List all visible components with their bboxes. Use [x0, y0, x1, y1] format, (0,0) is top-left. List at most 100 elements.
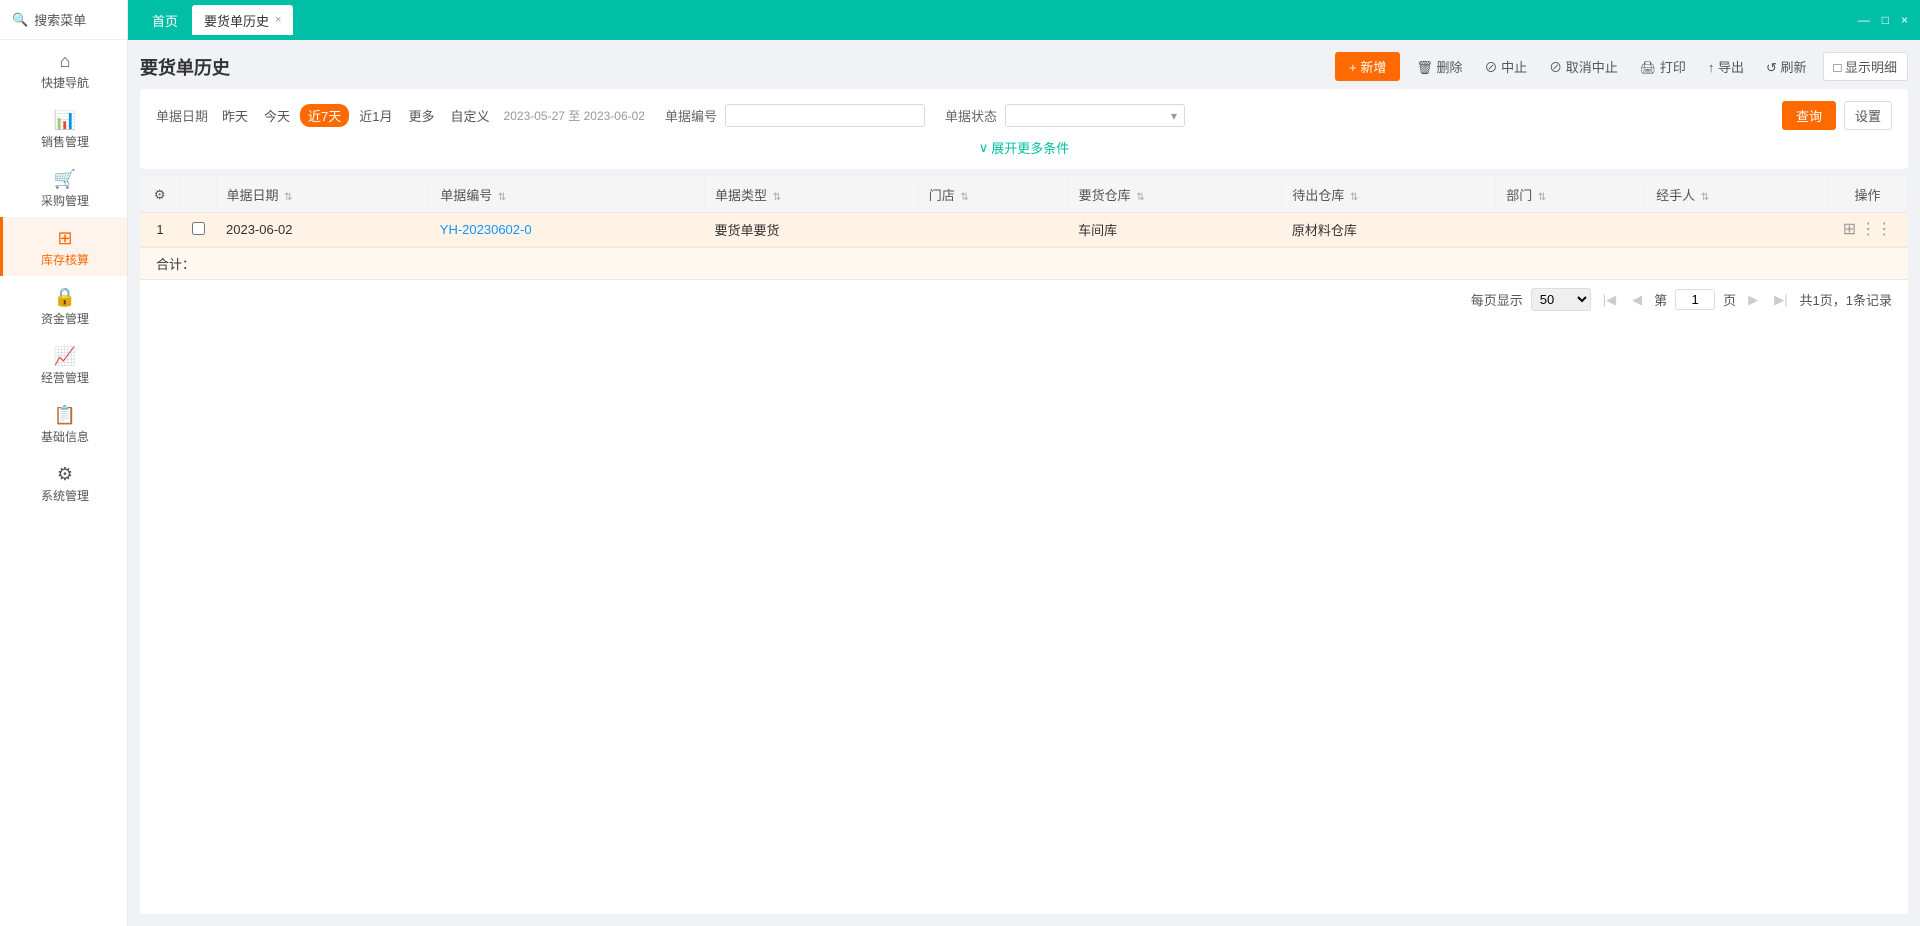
row-shop-0 [918, 213, 1068, 247]
next-page-btn[interactable]: ▶ [1744, 290, 1762, 310]
date-tab-last1month[interactable]: 近1月 [353, 104, 398, 127]
col-sort-arrows-date: 单据日期 ⇅ [227, 188, 293, 203]
sidebar-item-sales-mgmt[interactable]: 📊 销售管理 [0, 99, 127, 158]
sidebar-item-system-mgmt[interactable]: ⚙ 系统管理 [0, 453, 127, 512]
window-close-btn[interactable]: × [1901, 13, 1908, 27]
status-select[interactable] [1005, 104, 1185, 127]
col-header-action: 操作 [1828, 177, 1908, 213]
sidebar-label-system-mgmt: 系统管理 [41, 487, 89, 504]
date-tab-yesterday[interactable]: 昨天 [216, 104, 254, 127]
sidebar-item-purchase-mgmt[interactable]: 🛒 采购管理 [0, 158, 127, 217]
col-sort-arrows-shop: 门店 ⇅ [929, 188, 969, 203]
show-detail-button[interactable]: □ 显示明细 [1823, 52, 1908, 81]
row-actions-0: ⊞ ⋮⋮ [1828, 213, 1908, 247]
new-button[interactable]: + 新增 [1335, 52, 1400, 81]
topbar-right: — □ × [1858, 13, 1908, 27]
settings-button[interactable]: 设置 [1844, 101, 1892, 130]
col-header-handler[interactable]: 经手人 ⇅ [1646, 177, 1828, 213]
date-tab-custom[interactable]: 自定义 [445, 104, 496, 127]
query-button[interactable]: 查询 [1782, 101, 1836, 130]
sidebar-item-quick-nav[interactable]: ⌂ 快捷导航 [0, 40, 127, 99]
row-more-btn-0[interactable]: ⋮⋮ [1860, 222, 1892, 238]
sidebar-icon-inventory: ⊞ [57, 229, 72, 247]
status-label: 单据状态 [945, 106, 997, 125]
table-area: ⚙单据日期 ⇅单据编号 ⇅单据类型 ⇅门店 ⇅要货仓库 ⇅待出仓库 ⇅部门 ⇅经… [140, 177, 1908, 914]
page-input[interactable] [1675, 289, 1715, 310]
first-page-btn[interactable]: |◀ [1599, 290, 1620, 310]
col-sort-arrows-dept: 部门 ⇅ [1506, 188, 1546, 203]
col-header-bill_type[interactable]: 单据类型 ⇅ [704, 177, 918, 213]
total-info: 共1页，1条记录 [1800, 290, 1892, 309]
date-tab-last7days[interactable]: 近7天 [300, 104, 349, 127]
window-maximize-btn[interactable]: □ [1882, 13, 1889, 27]
col-header-date[interactable]: 单据日期 ⇅ [216, 177, 430, 213]
expand-filter-button[interactable]: ∨ 展开更多条件 [979, 138, 1070, 157]
col-header-pending_warehouse[interactable]: 待出仓库 ⇅ [1282, 177, 1496, 213]
page-header: 要货单历史 + 新增 🗑 删除 ⊘ 中止 ⊘ 取消中止 🖨 打印 ↑ 导出 ↺ … [140, 52, 1908, 81]
col-header-shop[interactable]: 门店 ⇅ [918, 177, 1068, 213]
prev-page-btn[interactable]: ◀ [1628, 290, 1646, 310]
search-icon: 🔍 [12, 12, 28, 28]
delete-button[interactable]: 🗑 删除 [1410, 53, 1468, 80]
sidebar-item-inventory[interactable]: ⊞ 库存核算 [0, 217, 127, 276]
table-summary: 合计： [140, 247, 1908, 279]
col-sort-arrows-handler: 经手人 ⇅ [1656, 188, 1709, 203]
row-edit-btn-0[interactable]: ⊞ [1843, 222, 1856, 238]
summary-label: 合计： [156, 254, 195, 273]
bill-no-filter-group: 单据编号 [665, 104, 925, 127]
last-page-btn[interactable]: ▶| [1770, 290, 1791, 310]
row-checkbox-0[interactable] [180, 213, 216, 247]
status-filter-group: 单据状态 [945, 104, 1185, 127]
refresh-button[interactable]: ↺ 刷新 [1760, 53, 1813, 80]
data-table: ⚙单据日期 ⇅单据编号 ⇅单据类型 ⇅门店 ⇅要货仓库 ⇅待出仓库 ⇅部门 ⇅经… [140, 177, 1908, 247]
table-head: ⚙单据日期 ⇅单据编号 ⇅单据类型 ⇅门店 ⇅要货仓库 ⇅待出仓库 ⇅部门 ⇅经… [140, 177, 1908, 213]
col-sort-arrows-bill_type: 单据类型 ⇅ [715, 188, 781, 203]
date-tab-more[interactable]: 更多 [403, 104, 441, 127]
sidebar-label-quick-nav: 快捷导航 [41, 74, 89, 91]
row-pendingwh-0: 原材料仓库 [1282, 213, 1496, 247]
export-button[interactable]: ↑ 导出 [1702, 53, 1750, 80]
row-settings-0: 1 [140, 213, 180, 247]
row-billno-0[interactable]: YH-20230602-0 [430, 213, 705, 247]
per-page-label: 每页显示 [1471, 290, 1523, 309]
sidebar-item-ops-mgmt[interactable]: 📈 经营管理 [0, 335, 127, 394]
tab-close-icon[interactable]: × [275, 14, 281, 26]
filter-expand-row: ∨ 展开更多条件 [156, 138, 1892, 157]
window-minimize-btn[interactable]: — [1858, 13, 1870, 27]
tab-active-label: 要货单历史 [204, 11, 269, 30]
sidebar-icon-finance-mgmt: 🔒 [54, 288, 76, 306]
sidebar-item-basic-info[interactable]: 📋 基础信息 [0, 394, 127, 453]
sidebar-icon-ops-mgmt: 📈 [54, 347, 76, 365]
per-page-select[interactable]: 50 100 200 [1531, 288, 1591, 311]
row-billtype-0: 要货单要货 [704, 213, 918, 247]
row-reqwh-0: 车间库 [1068, 213, 1282, 247]
col-header-bill_no[interactable]: 单据编号 ⇅ [430, 177, 705, 213]
stop-button[interactable]: ⊘ 中止 [1479, 53, 1534, 80]
bill-no-label: 单据编号 [665, 106, 717, 125]
expand-arrow-icon: ∨ [979, 140, 989, 156]
toolbar: + 新增 🗑 删除 ⊘ 中止 ⊘ 取消中止 🖨 打印 ↑ 导出 ↺ 刷新 □ 显… [1335, 52, 1908, 81]
sidebar-label-ops-mgmt: 经营管理 [41, 369, 89, 386]
cancel-stop-button[interactable]: ⊘ 取消中止 [1543, 53, 1624, 80]
page-input-label: 第 [1654, 290, 1667, 309]
sidebar-item-finance-mgmt[interactable]: 🔒 资金管理 [0, 276, 127, 335]
date-tab-today[interactable]: 今天 [258, 104, 296, 127]
main-area: 首页 要货单历史 × — □ × 要货单历史 + 新增 🗑 删除 ⊘ 中止 ⊘ … [128, 0, 1920, 926]
topbar: 首页 要货单历史 × — □ × [128, 0, 1920, 40]
print-button[interactable]: 🖨 打印 [1634, 53, 1692, 80]
tab-active[interactable]: 要货单历史 × [192, 5, 293, 35]
sidebar-icon-system-mgmt: ⚙ [57, 465, 73, 483]
row-handler-0 [1646, 213, 1828, 247]
row-date-0: 2023-06-02 [216, 213, 430, 247]
expand-filter-label: 展开更多条件 [991, 138, 1069, 157]
tab-home[interactable]: 首页 [140, 5, 190, 35]
sidebar-search[interactable]: 🔍 搜索菜单 [0, 0, 127, 40]
sidebar: 🔍 搜索菜单 ⌂ 快捷导航 📊 销售管理 🛒 采购管理 ⊞ 库存核算 🔒 资金管… [0, 0, 128, 926]
col-header-dept[interactable]: 部门 ⇅ [1496, 177, 1646, 213]
col-sort-arrows-bill_no: 单据编号 ⇅ [440, 188, 506, 203]
tab-home-label: 首页 [152, 11, 178, 30]
sidebar-label-inventory: 库存核算 [41, 251, 89, 268]
bill-no-input[interactable] [725, 104, 925, 127]
page-suffix: 页 [1723, 290, 1736, 309]
col-header-req_warehouse[interactable]: 要货仓库 ⇅ [1068, 177, 1282, 213]
